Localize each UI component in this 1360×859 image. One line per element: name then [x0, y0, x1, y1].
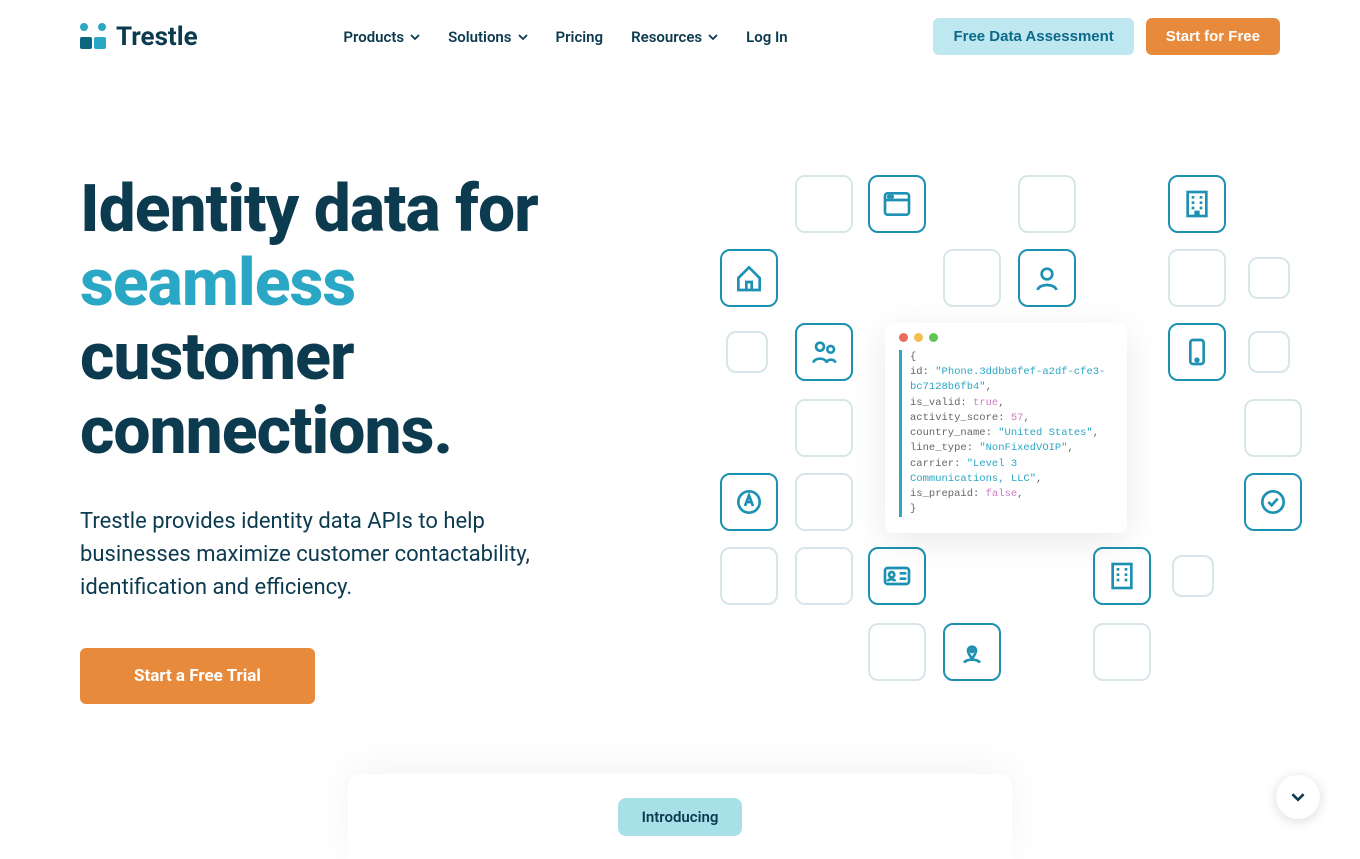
start-free-button[interactable]: Start for Free — [1146, 18, 1280, 55]
id-card-icon — [868, 547, 926, 605]
tile-empty — [795, 473, 853, 531]
tile-empty — [1248, 331, 1290, 373]
chevron-down-icon — [1291, 790, 1305, 804]
office-icon — [1093, 547, 1151, 605]
tile-empty — [1172, 555, 1214, 597]
nav-products[interactable]: Products — [343, 28, 420, 46]
phone-icon — [1168, 323, 1226, 381]
hero-content: Identity data for seamless customer conn… — [80, 163, 640, 723]
tile-empty — [1093, 623, 1151, 681]
logo[interactable]: Trestle — [80, 22, 198, 52]
building-icon — [1168, 175, 1226, 233]
tile-empty — [795, 175, 853, 233]
nav-pricing[interactable]: Pricing — [556, 28, 604, 46]
tile-empty — [868, 623, 926, 681]
nav-solutions[interactable]: Solutions — [448, 28, 527, 46]
main-nav: Products Solutions Pricing Resources Log… — [343, 28, 787, 46]
browser-icon — [868, 175, 926, 233]
start-trial-button[interactable]: Start a Free Trial — [80, 648, 315, 704]
brand-name: Trestle — [116, 22, 198, 52]
hero-title: Identity data for seamless customer conn… — [80, 173, 640, 469]
badge-a-icon — [720, 473, 778, 531]
tile-empty — [795, 547, 853, 605]
nav-resources[interactable]: Resources — [631, 28, 718, 46]
location-icon — [943, 623, 1001, 681]
tile-empty — [720, 547, 778, 605]
intro-card: Introducing — [348, 774, 1012, 859]
nav-login[interactable]: Log In — [746, 28, 788, 46]
chevron-down-icon — [708, 32, 718, 42]
hero-illustration: { id: "Phone.3ddbb6fef-a2df-cfe3-bc7128b… — [680, 163, 1280, 723]
intro-pill: Introducing — [618, 798, 743, 836]
tile-empty — [795, 399, 853, 457]
chevron-down-icon — [410, 32, 420, 42]
logo-mark-icon — [80, 23, 108, 51]
scroll-down-button[interactable] — [1276, 775, 1320, 819]
free-assessment-button[interactable]: Free Data Assessment — [933, 18, 1133, 55]
tile-empty — [1018, 175, 1076, 233]
site-header: Trestle Products Solutions Pricing Resou… — [0, 0, 1360, 73]
window-traffic-lights-icon — [899, 333, 1113, 342]
code-sample: { id: "Phone.3ddbb6fef-a2df-cfe3-bc7128b… — [885, 323, 1127, 533]
tile-empty — [943, 249, 1001, 307]
verified-icon — [1244, 473, 1302, 531]
tile-empty — [1244, 399, 1302, 457]
tile-empty — [1168, 249, 1226, 307]
group-icon — [795, 323, 853, 381]
hero-subtitle: Trestle provides identity data APIs to h… — [80, 505, 540, 604]
tile-empty — [726, 331, 768, 373]
tile-empty — [1248, 257, 1290, 299]
home-icon — [720, 249, 778, 307]
chevron-down-icon — [518, 32, 528, 42]
user-icon — [1018, 249, 1076, 307]
